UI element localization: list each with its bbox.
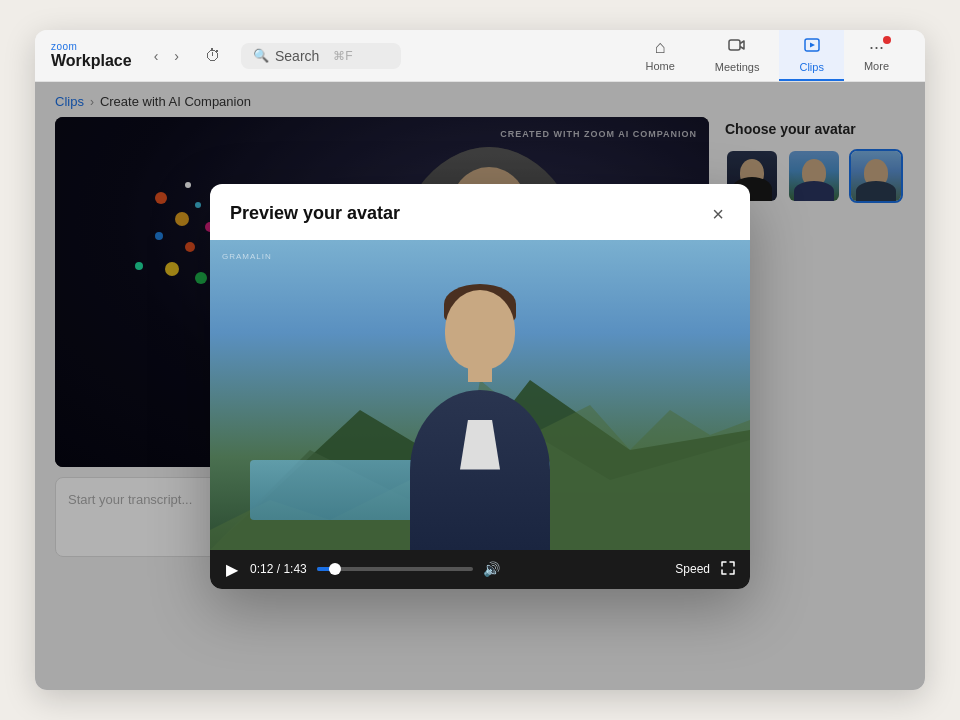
brand-workplace: Workplace <box>51 52 132 70</box>
meetings-icon <box>728 36 746 59</box>
preview-modal: Preview your avatar × <box>210 184 750 589</box>
time-display: 0:12 / 1:43 <box>250 562 307 576</box>
clips-icon <box>803 36 821 59</box>
search-label: Search <box>275 48 319 64</box>
more-icon: ··· <box>869 37 884 58</box>
app-window: zoom Workplace ‹ › ⏱ 🔍 Search ⌘F ⌂ Home <box>35 30 925 690</box>
forward-button[interactable]: › <box>168 44 185 68</box>
progress-bar[interactable] <box>317 567 473 571</box>
history-button[interactable]: ⏱ <box>197 43 229 69</box>
nav-item-clips[interactable]: Clips <box>779 30 843 81</box>
more-notification-dot <box>883 36 891 44</box>
modal-title: Preview your avatar <box>230 203 400 224</box>
controls-bar: ▶ 0:12 / 1:43 🔊 Speed <box>210 550 750 589</box>
modal-close-button[interactable]: × <box>706 202 730 226</box>
svg-rect-0 <box>729 40 740 50</box>
title-bar: zoom Workplace ‹ › ⏱ 🔍 Search ⌘F ⌂ Home <box>35 30 925 82</box>
top-nav: ⌂ Home Meetings <box>626 30 910 81</box>
speed-button[interactable]: Speed <box>675 562 710 576</box>
nav-item-meetings[interactable]: Meetings <box>695 30 780 81</box>
modal-header: Preview your avatar × <box>210 184 750 240</box>
nav-arrows: ‹ › <box>148 44 185 68</box>
search-shortcut: ⌘F <box>333 49 352 63</box>
modal-person <box>380 270 580 550</box>
brand: zoom Workplace <box>51 41 132 70</box>
brand-zoom: zoom <box>51 41 132 52</box>
main-content: Clips › Create with AI Companion CREATED… <box>35 82 925 690</box>
video-watermark: GRAMALIN <box>222 252 272 261</box>
volume-button[interactable]: 🔊 <box>483 561 500 577</box>
back-button[interactable]: ‹ <box>148 44 165 68</box>
home-icon: ⌂ <box>655 37 666 58</box>
nav-item-more[interactable]: ··· More <box>844 30 909 81</box>
play-button[interactable]: ▶ <box>224 558 240 581</box>
time-current: 0:12 <box>250 562 273 576</box>
nav-item-home[interactable]: ⌂ Home <box>626 30 695 81</box>
modal-video: GRAMALIN <box>210 240 750 550</box>
fullscreen-button[interactable] <box>720 560 736 579</box>
time-total: 1:43 <box>283 562 306 576</box>
modal-overlay: Preview your avatar × <box>35 82 925 690</box>
modal-video-background: GRAMALIN <box>210 240 750 550</box>
search-icon: 🔍 <box>253 48 269 63</box>
search-bar[interactable]: 🔍 Search ⌘F <box>241 43 401 69</box>
progress-thumb <box>329 563 341 575</box>
